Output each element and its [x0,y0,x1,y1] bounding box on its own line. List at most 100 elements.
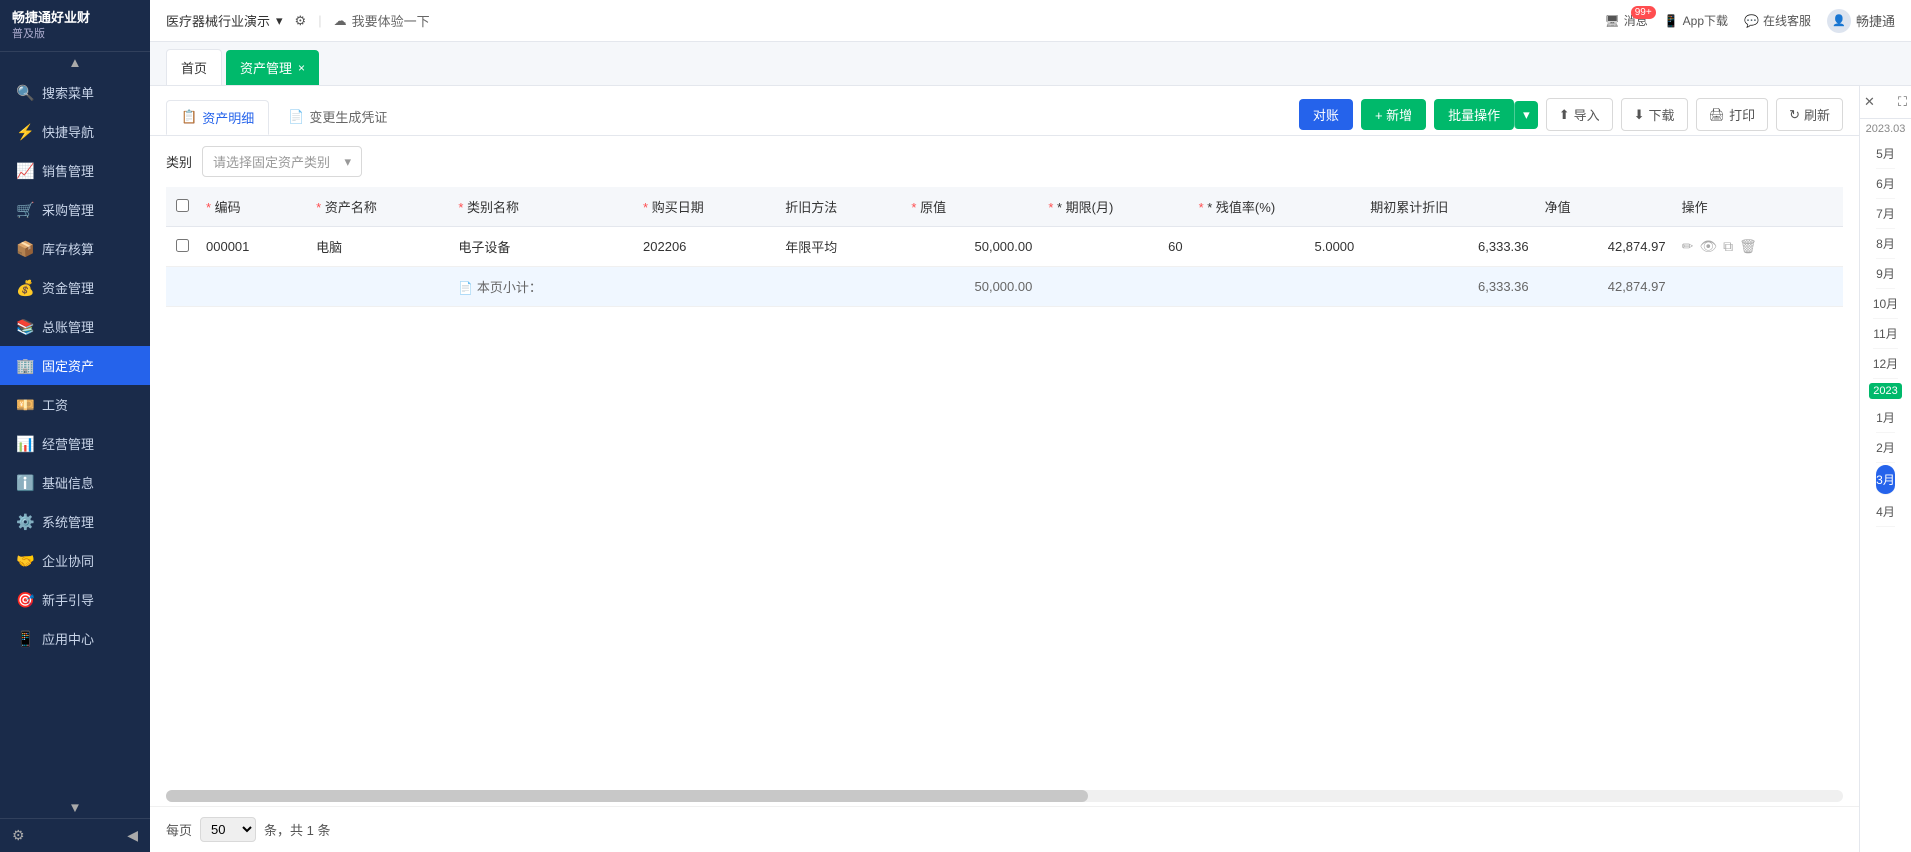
batch-dropdown-btn[interactable]: ▾ [1514,101,1538,129]
cloud-icon: ☁ [334,13,347,29]
content-area: 📋 资产明细 📄 变更生成凭证 对账 + 新增 批量操作 ▾ ⬆ [150,86,1911,852]
new-button[interactable]: + 新增 [1361,99,1426,130]
select-all-checkbox[interactable] [176,199,189,212]
sidebar-scroll-down[interactable]: ▼ [0,797,150,818]
row-checkbox[interactable] [176,239,189,252]
main-area: 医疗器械行业演示 ▾ ⚙ | ☁ 我要体验一下 🖥 消息 99+ 📱 App下载… [150,0,1911,852]
tab-home[interactable]: 首页 [166,49,222,85]
select-arrow-icon: ▾ [344,154,351,170]
view-btn[interactable]: 👁 [1699,238,1717,255]
sidebar-item-guide[interactable]: 🎯新手引导 [0,580,150,619]
sidebar-item-purchase[interactable]: 🛒采购管理 [0,190,150,229]
subtotal-original: 50,000.00 [903,267,1040,307]
app-download-btn[interactable]: 📱 App下载 [1664,12,1728,29]
tab-assets[interactable]: 资产管理 × [226,50,319,85]
user-menu[interactable]: 👤 畅捷通 [1827,9,1895,33]
month-item-prev-11月[interactable]: 11月 [1873,319,1897,349]
collapse-button[interactable]: ◀ [127,827,138,844]
sidebar-item-inventory[interactable]: 📦 库存核算 [0,229,150,268]
col-code: 编码 [198,187,308,227]
edit-btn[interactable]: ✏ [1682,238,1694,255]
sidebar-item-quick-nav[interactable]: ⚡快捷导航 [0,112,150,151]
system-icon: ⚙️ [16,513,34,531]
cell-depreciation: 年限平均 [777,227,903,267]
tab-asset-detail[interactable]: 📋 资产明细 [166,100,269,135]
table-header-row: 编码 资产名称 类别名称 购买日期 折旧方法 原值 * 期限(月) * 残值率(… [166,187,1843,227]
month-item-prev-6月[interactable]: 6月 [1876,169,1895,199]
username: 畅捷通 [1856,11,1895,30]
subtotal-row: 📄 本页小计： 50,000.00 6,333.36 42,874.97 [166,267,1843,307]
row-checkbox-cell [166,227,198,267]
company-selector[interactable]: 医疗器械行业演示 ▾ [166,11,283,30]
year-badge[interactable]: 2023 [1869,383,1901,399]
month-item-prev-10月[interactable]: 10月 [1873,289,1898,319]
inventory-icon: 📦 [16,240,34,258]
panel-close-icon[interactable]: ✕ [1864,94,1875,110]
gear-button[interactable]: ⚙ [295,13,307,29]
message-btn[interactable]: 🖥 消息 99+ [1604,12,1647,29]
month-item-prev-12月[interactable]: 12月 [1873,349,1898,379]
col-net-value: 净值 [1537,187,1674,227]
category-select[interactable]: 请选择固定资产类别 ▾ [202,146,362,177]
sidebar-label-guide: 新手引导 [42,590,94,609]
sidebar-item-app-center[interactable]: 📱应用中心 [0,619,150,658]
cell-action: ✏ 👁 ⧉ 🗑 [1674,227,1843,267]
cell-period: 60 [1040,227,1190,267]
table-scrollbar[interactable] [166,790,1843,802]
month-item-curr-3月[interactable]: 3月 [1876,465,1895,495]
copy-btn[interactable]: ⧉ [1723,238,1733,255]
sidebar-item-funds[interactable]: 💰资金管理 [0,268,150,307]
month-item-prev-7月[interactable]: 7月 [1876,199,1895,229]
subtotal-accumulated: 6,333.36 [1362,267,1536,307]
sidebar-label-inventory: 库存核算 [42,239,94,258]
month-item-curr-2月[interactable]: 2月 [1876,433,1895,463]
subtotal-empty6 [1040,267,1190,307]
sidebar-item-basic-info[interactable]: ℹ️基础信息 [0,463,150,502]
cell-net-value: 42,874.97 [1537,227,1674,267]
month-item-prev-8月[interactable]: 8月 [1876,229,1895,259]
table-row: 000001 电脑 电子设备 202206 年限平均 50,000.00 60 … [166,227,1843,267]
month-item-curr-1月[interactable]: 1月 [1876,403,1895,433]
online-service-btn[interactable]: 💬 在线客服 [1744,12,1811,29]
batch-button[interactable]: 批量操作 [1434,99,1514,130]
sidebar-item-payroll[interactable]: 💴工资 [0,385,150,424]
cell-name: 电脑 [308,227,450,267]
download-button[interactable]: ⬇ 下载 [1621,98,1688,131]
sidebar-scroll-up[interactable]: ▲ [0,52,150,73]
settings-button[interactable]: ⚙ [12,827,25,844]
col-residual-rate: * 残值率(%) [1191,187,1363,227]
sidebar-item-operations[interactable]: 📊经营管理 [0,424,150,463]
export-button[interactable]: ⬆ 导入 [1546,98,1613,131]
tab-assets-close[interactable]: × [298,61,305,75]
sidebar-item-sales[interactable]: 📈销售管理 [0,151,150,190]
panel-expand-icon[interactable]: ⛶ [1898,94,1907,110]
sidebar-item-system[interactable]: ⚙️系统管理 [0,502,150,541]
filter-label: 类别 [166,152,192,171]
sidebar-item-search[interactable]: 🔍搜索菜单 [0,73,150,112]
delete-btn[interactable]: 🗑 [1739,238,1757,255]
pagination: 每页 50 100 200 条，共 1 条 [150,806,1859,852]
tab-voucher-gen[interactable]: 📄 变更生成凭证 [273,99,402,134]
company-dropdown-icon: ▾ [276,13,283,29]
sidebar-item-cooperation[interactable]: 🤝企业协同 [0,541,150,580]
subtotal-empty4 [635,267,777,307]
refresh-button[interactable]: ↻ 刷新 [1776,98,1843,131]
user-avatar: 👤 [1827,9,1851,33]
month-item-curr-4月[interactable]: 4月 [1876,497,1895,527]
quick-nav-icon: ⚡ [16,123,34,141]
funds-icon: 💰 [16,279,34,297]
month-item-prev-5月[interactable]: 5月 [1876,139,1895,169]
voucher-gen-icon: 📄 [288,109,304,125]
cell-category: 电子设备 [450,227,635,267]
export-icon: ⬆ [1559,107,1570,123]
experience-btn[interactable]: ☁ 我要体验一下 [334,11,430,30]
duizhang-button[interactable]: 对账 [1299,99,1353,130]
dl-icon: ⬇ [1634,107,1645,123]
month-item-prev-9月[interactable]: 9月 [1876,259,1895,289]
print-button[interactable]: 🖨 打印 [1696,98,1769,131]
sidebar-nav: 🔍搜索菜单⚡快捷导航📈销售管理🛒采购管理 📦 库存核算 💰资金管理📚总账管理🏢固定资产… [0,73,150,797]
sidebar-item-fixed-assets[interactable]: 🏢固定资产 [0,346,150,385]
per-page-select[interactable]: 50 100 200 [200,817,256,842]
sidebar-item-ledger[interactable]: 📚总账管理 [0,307,150,346]
sidebar-label-purchase: 采购管理 [42,200,94,219]
